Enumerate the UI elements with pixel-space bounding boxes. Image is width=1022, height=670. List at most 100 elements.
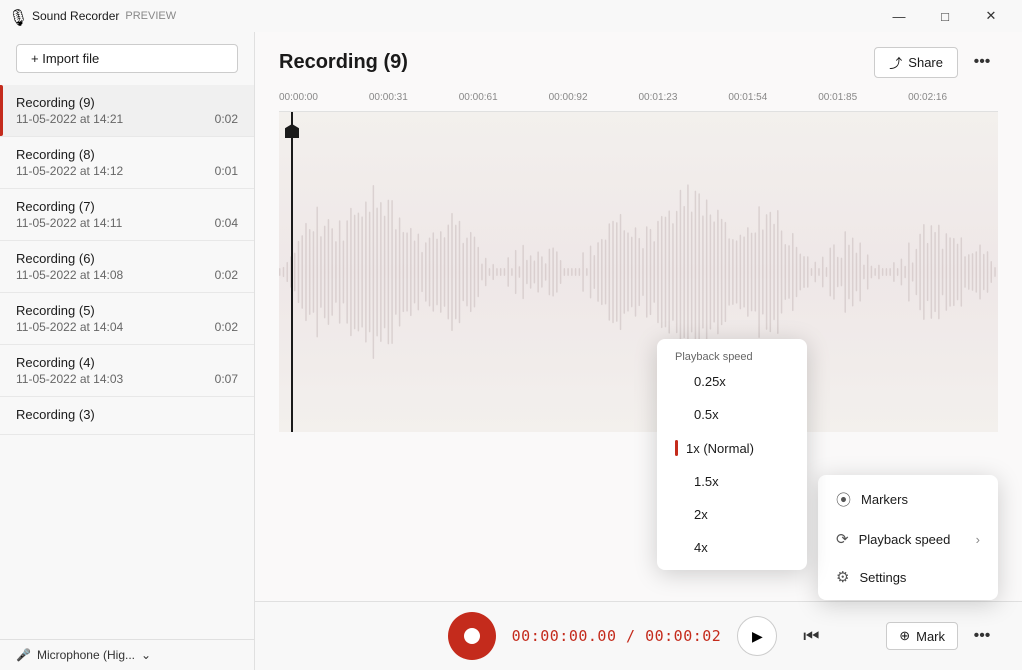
recording-date: 11-05-2022 at 14:11 — [16, 216, 122, 230]
timeline-tick: 00:00:61 — [459, 92, 549, 103]
content-area: Recording (9) ⤴ Share ••• 00:00:0000:00:… — [255, 32, 1022, 670]
context-menu: ⦿ Markers ⟳ Playback speed › ⚙ Settings — [818, 475, 998, 600]
recording-date: 11-05-2022 at 14:04 — [16, 320, 123, 334]
menu-item-markers[interactable]: ⦿ Markers — [818, 479, 998, 520]
app-icon: 🎙 — [8, 8, 24, 24]
record-button[interactable] — [448, 612, 496, 660]
recording-item[interactable]: Recording (8) 11-05-2022 at 14:12 0:01 — [0, 137, 254, 189]
recording-name: Recording (4) — [16, 355, 238, 370]
speed-option[interactable]: 0.25x — [657, 365, 807, 398]
waveform-svg: // Generate waveform bars inline const s… — [279, 112, 998, 432]
play-button[interactable]: ▶ — [737, 616, 777, 656]
maximize-button[interactable]: □ — [922, 0, 968, 32]
window-controls: — □ ✕ — [876, 0, 1014, 32]
speed-option-label: 1x (Normal) — [686, 441, 754, 456]
play-icon: ▶ — [752, 628, 763, 645]
mark-button[interactable]: ⊕ Mark — [886, 622, 958, 650]
speed-option[interactable]: 2x — [657, 498, 807, 531]
recording-item[interactable]: Recording (3) — [0, 397, 254, 435]
speed-option-label: 0.5x — [694, 407, 719, 422]
speed-option[interactable]: 0.5x — [657, 398, 807, 431]
mic-label: Microphone (Hig... — [37, 648, 135, 662]
time-display: 00:00:00.00 / 00:00:02 — [512, 627, 722, 645]
speed-option[interactable]: 4x — [657, 531, 807, 564]
recording-date: 11-05-2022 at 14:03 — [16, 372, 123, 386]
main-container: + Import file Recording (9) 11-05-2022 at… — [0, 32, 1022, 670]
timeline-ruler: 00:00:0000:00:3100:00:6100:00:9200:01:23… — [279, 88, 998, 112]
speed-option[interactable]: 1.5x — [657, 465, 807, 498]
recording-item[interactable]: Recording (6) 11-05-2022 at 14:080:02 — [0, 241, 254, 293]
speed-option-label: 0.25x — [694, 374, 726, 389]
waveform-area[interactable]: // Generate waveform bars inline const s… — [279, 112, 998, 432]
recording-meta: 11-05-2022 at 14:12 0:01 — [16, 164, 238, 178]
recording-meta: 11-05-2022 at 14:21 0:02 — [16, 112, 238, 126]
share-button[interactable]: ⤴ Share — [874, 47, 958, 78]
mark-label: Mark — [916, 629, 945, 644]
timeline-tick: 00:02:16 — [908, 92, 998, 103]
skip-icon: ⏮ — [803, 626, 819, 647]
recording-item[interactable]: Recording (7) 11-05-2022 at 14:11 0:04 — [0, 189, 254, 241]
sidebar: + Import file Recording (9) 11-05-2022 at… — [0, 32, 255, 670]
timeline-tick: 00:01:23 — [639, 92, 729, 103]
recording-meta: 11-05-2022 at 14:080:02 — [16, 268, 238, 282]
speed-menu-label: Playback speed — [657, 345, 807, 365]
recording-name: Recording (9) — [16, 95, 238, 110]
recording-date: 11-05-2022 at 14:08 — [16, 268, 123, 282]
share-label: Share — [908, 55, 943, 70]
recording-duration: 0:02 — [215, 320, 238, 334]
speed-active-indicator — [675, 440, 678, 456]
total-time: 00:00:02 — [645, 627, 721, 645]
recording-date: 11-05-2022 at 14:21 — [16, 112, 123, 126]
speed-submenu: Playback speed 0.25x 0.5x 1x (Normal) 1.5x 2x… — [657, 339, 807, 570]
playhead[interactable] — [291, 112, 293, 432]
playback-speed-label: Playback speed — [859, 532, 951, 547]
recording-date: 11-05-2022 at 14:12 — [16, 164, 123, 178]
recording-meta: 11-05-2022 at 14:04 0:02 — [16, 320, 238, 334]
close-button[interactable]: ✕ — [968, 0, 1014, 32]
recording-meta: 11-05-2022 at 14:03 0:07 — [16, 372, 238, 386]
preview-badge: PREVIEW — [125, 10, 176, 22]
mark-icon: ⊕ — [899, 628, 910, 644]
skip-to-start-button[interactable]: ⏮ — [793, 618, 829, 654]
recording-name: Recording (8) — [16, 147, 238, 162]
recording-item[interactable]: Recording (5) 11-05-2022 at 14:04 0:02 — [0, 293, 254, 345]
current-time: 00:00:00.00 — [512, 627, 617, 645]
recording-duration: 0:07 — [215, 372, 238, 386]
mic-indicator[interactable]: 🎤 Microphone (Hig... ⌄ — [0, 639, 254, 670]
recording-name: Recording (6) — [16, 251, 238, 266]
markers-label: Markers — [861, 492, 908, 507]
chevron-right-icon: › — [976, 532, 980, 547]
recording-item[interactable]: Recording (9) 11-05-2022 at 14:21 0:02 — [0, 85, 254, 137]
settings-icon: ⚙ — [836, 568, 849, 586]
more-options-button[interactable]: ••• — [966, 46, 998, 78]
recording-duration: 0:04 — [215, 216, 238, 230]
speed-option-label: 4x — [694, 540, 708, 555]
import-button[interactable]: + Import file — [16, 44, 238, 73]
mic-chevron-icon: ⌄ — [141, 648, 151, 662]
recording-name: Recording (7) — [16, 199, 238, 214]
timeline-tick: 00:01:54 — [728, 92, 818, 103]
recording-duration: 0:01 — [215, 164, 238, 178]
mic-icon: 🎤 — [16, 648, 31, 662]
timeline-tick: 00:00:00 — [279, 92, 369, 103]
menu-item-settings[interactable]: ⚙ Settings — [818, 558, 998, 596]
bottom-more-button[interactable]: ••• — [966, 620, 998, 652]
time-separator: / — [617, 627, 646, 645]
recording-name: Recording (5) — [16, 303, 238, 318]
markers-icon: ⦿ — [836, 489, 851, 510]
bottom-controls: 00:00:00.00 / 00:00:02 ▶ ⏮ ⊕ Mark ••• — [255, 601, 1022, 670]
speed-option-label: 2x — [694, 507, 708, 522]
content-header: Recording (9) ⤴ Share ••• — [255, 32, 1022, 88]
recording-duration: 0:02 — [215, 112, 238, 126]
minimize-button[interactable]: — — [876, 0, 922, 32]
timeline-tick: 00:01:85 — [818, 92, 908, 103]
recording-title: Recording (9) — [279, 51, 874, 74]
recording-item[interactable]: Recording (4) 11-05-2022 at 14:03 0:07 — [0, 345, 254, 397]
playback-speed-icon: ⟳ — [836, 530, 849, 548]
timeline-tick: 00:00:92 — [549, 92, 639, 103]
speed-option[interactable]: 1x (Normal) — [657, 431, 807, 465]
menu-item-playback-speed[interactable]: ⟳ Playback speed › — [818, 520, 998, 558]
record-button-inner — [464, 628, 480, 644]
app-title: Sound Recorder — [32, 9, 119, 23]
timeline-tick: 00:00:31 — [369, 92, 459, 103]
